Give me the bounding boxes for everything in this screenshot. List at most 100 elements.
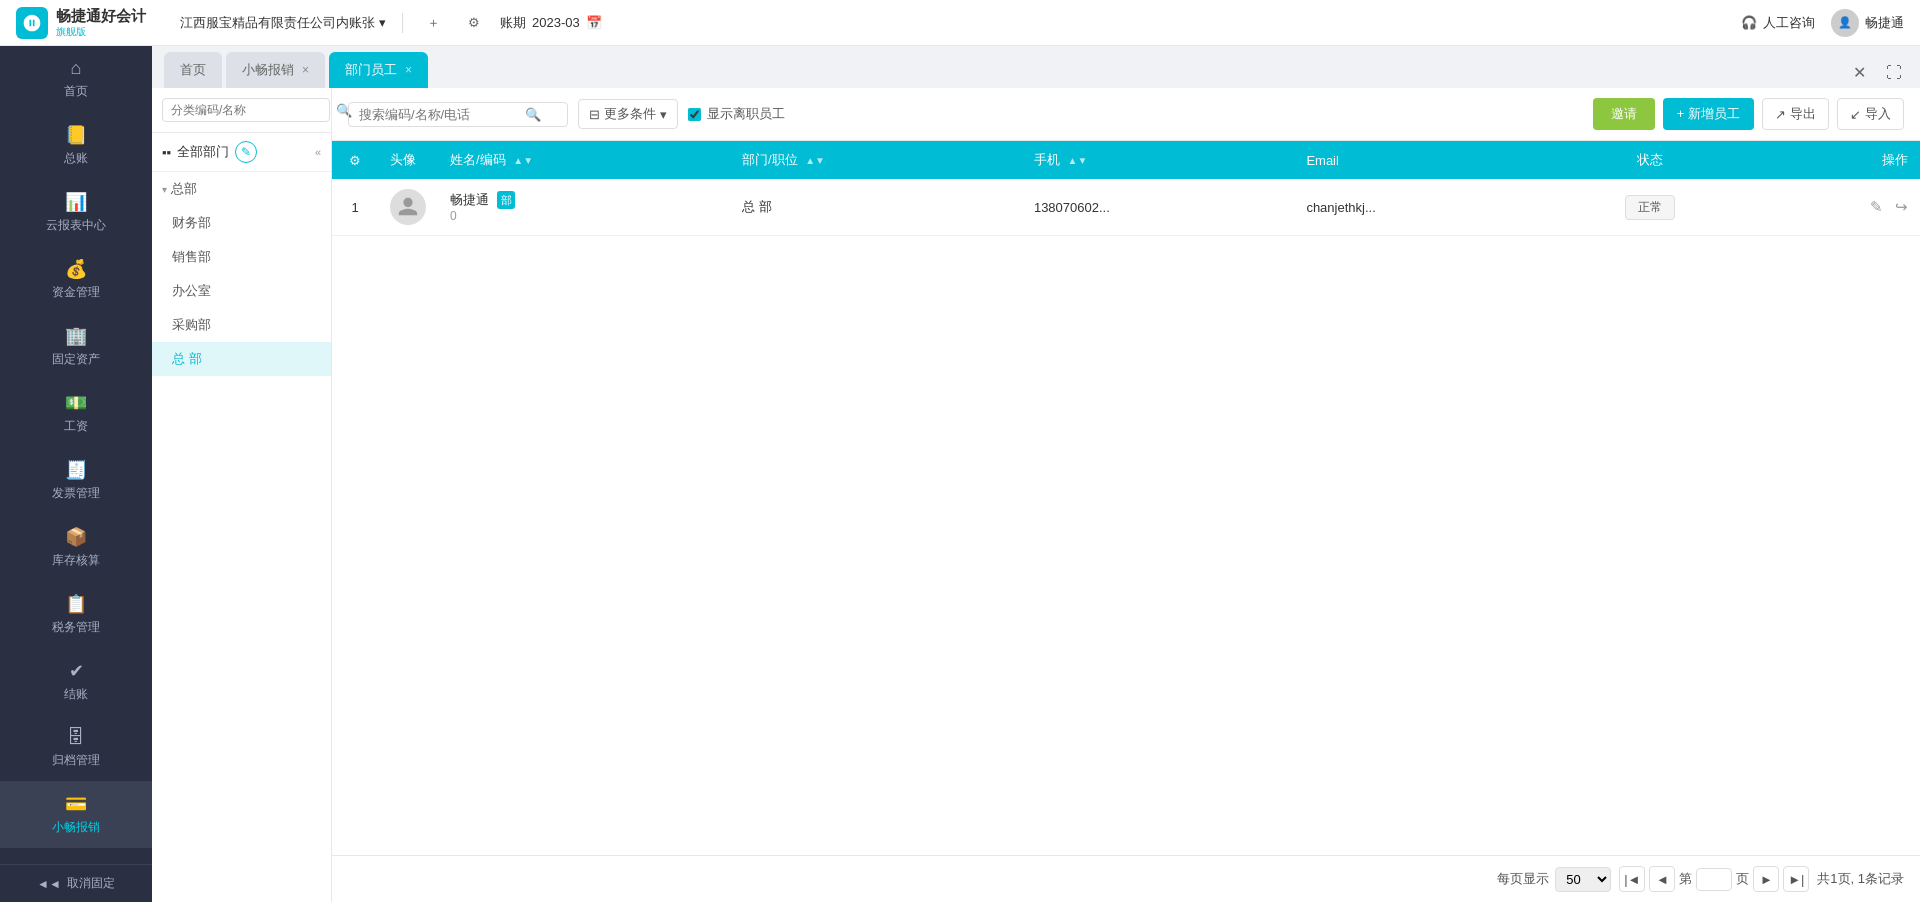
import-button[interactable]: ↙ 导入 xyxy=(1837,98,1904,130)
prev-page-button[interactable]: ◄ xyxy=(1649,866,1675,892)
edit-icon[interactable]: ✎ xyxy=(1870,198,1883,216)
pagination: 每页显示 10 20 50 100 |◄ ◄ 第 1 页 xyxy=(332,855,1920,902)
account-period: 账期 2023-03 📅 xyxy=(500,14,602,32)
arrow-icon: ▾ xyxy=(162,184,167,195)
action-icons: ✎ ↪ xyxy=(1763,198,1908,216)
sidebar-item-expenses[interactable]: 💳 小畅报销 xyxy=(0,781,152,848)
expenses-icon: 💳 xyxy=(65,793,87,815)
collapse-icon[interactable]: « xyxy=(315,146,321,158)
col-email: Email xyxy=(1294,141,1549,179)
per-page-select: 每页显示 10 20 50 100 xyxy=(1497,867,1611,892)
status-badge: 正常 xyxy=(1625,195,1675,220)
col-avatar: 头像 xyxy=(378,141,438,179)
search-icon[interactable]: 🔍 xyxy=(525,107,541,122)
dept-node-office[interactable]: 办公室 xyxy=(152,274,331,308)
sidebar-item-archive[interactable]: 🗄 归档管理 xyxy=(0,715,152,781)
row-phone: 138070602... xyxy=(1022,179,1294,236)
headset-icon: 🎧 xyxy=(1741,15,1757,30)
sidebar-item-settings[interactable]: ⚙ 基础设置 xyxy=(0,848,152,864)
sort-phone-icon: ▲▼ xyxy=(1068,156,1088,166)
first-page-button[interactable]: |◄ xyxy=(1619,866,1645,892)
dept-node-finance[interactable]: 财务部 xyxy=(152,206,331,240)
sidebar-item-checkout[interactable]: ✔ 结账 xyxy=(0,648,152,715)
dept-root[interactable]: ▾ 总部 xyxy=(152,172,331,206)
grid-icon: ▪▪ xyxy=(162,145,171,160)
close-expenses-tab[interactable]: × xyxy=(302,63,309,77)
company-name[interactable]: 江西服宝精品有限责任公司内账张 ▾ xyxy=(180,14,386,32)
dept-node-sales[interactable]: 销售部 xyxy=(152,240,331,274)
add-employee-button[interactable]: + 新增员工 xyxy=(1663,98,1754,130)
settings-button[interactable]: ⚙ xyxy=(460,11,488,34)
dept-search-input[interactable] xyxy=(162,98,330,122)
sort-dept-icon: ▲▼ xyxy=(805,156,825,166)
dept-node-general[interactable]: 总 部 xyxy=(152,342,331,376)
main-layout: ⌂ 首页 📒 总账 📊 云报表中心 💰 资金管理 🏢 固定资产 💵 工资 xyxy=(0,46,1920,902)
dept-badge: 部 xyxy=(497,191,515,209)
total-info: 共1页, 1条记录 xyxy=(1817,870,1904,888)
show-resigned-input[interactable] xyxy=(688,108,701,121)
all-dept-header[interactable]: ▪▪ 全部部门 ✎ « xyxy=(152,133,331,172)
col-phone[interactable]: 手机 ▲▼ xyxy=(1022,141,1294,179)
user-area[interactable]: 👤 畅捷通 xyxy=(1831,9,1904,37)
next-page-button[interactable]: ► xyxy=(1753,866,1779,892)
sidebar-item-home[interactable]: ⌂ 首页 xyxy=(0,46,152,112)
import-icon: ↙ xyxy=(1850,107,1861,122)
sidebar-item-payroll[interactable]: 💵 工资 xyxy=(0,380,152,447)
search-box: 🔍 xyxy=(348,102,568,127)
divider xyxy=(402,13,403,33)
maximize-tab-button[interactable]: ⛶ xyxy=(1880,62,1908,84)
tab-bar: 首页 小畅报销 × 部门员工 × ✕ ⛶ xyxy=(152,46,1920,88)
logout-icon[interactable]: ↪ xyxy=(1895,198,1908,216)
table-row: 1 畅捷通 部 xyxy=(332,179,1920,236)
service-button[interactable]: 🎧 人工咨询 xyxy=(1741,14,1815,32)
dept-panel: 🔍 ▪▪ 全部部门 ✎ « ▾ 总部 财务部 xyxy=(152,88,332,902)
tab-expenses[interactable]: 小畅报销 × xyxy=(226,52,325,88)
search-input[interactable] xyxy=(359,107,519,122)
export-button[interactable]: ↗ 导出 xyxy=(1762,98,1829,130)
sidebar-item-fixed-assets[interactable]: 🏢 固定资产 xyxy=(0,313,152,380)
filter-button[interactable]: ⊟ 更多条件 ▾ xyxy=(578,99,678,129)
last-page-button[interactable]: ►| xyxy=(1783,866,1809,892)
page-input[interactable]: 1 xyxy=(1696,868,1732,891)
close-dept-tab[interactable]: × xyxy=(405,63,412,77)
sort-name-icon: ▲▼ xyxy=(513,156,533,166)
payroll-icon: 💵 xyxy=(65,392,87,414)
inventory-icon: 📦 xyxy=(65,526,87,548)
tab-home[interactable]: 首页 xyxy=(164,52,222,88)
dept-edit-button[interactable]: ✎ xyxy=(235,141,257,163)
tab-dept-employee[interactable]: 部门员工 × xyxy=(329,52,428,88)
per-page-dropdown[interactable]: 10 20 50 100 xyxy=(1555,867,1611,892)
col-settings[interactable]: ⚙ xyxy=(332,141,378,179)
employee-panel: 🔍 ⊟ 更多条件 ▾ 显示离职员工 邀请 + 新增员工 xyxy=(332,88,1920,902)
add-company-button[interactable]: ＋ xyxy=(419,10,448,36)
ledger-icon: 📒 xyxy=(65,124,87,146)
sidebar-item-ledger[interactable]: 📒 总账 xyxy=(0,112,152,179)
row-email: chanjethkj... xyxy=(1294,179,1549,236)
sidebar-item-invoice[interactable]: 🧾 发票管理 xyxy=(0,447,152,514)
page-content: 🔍 ▪▪ 全部部门 ✎ « ▾ 总部 财务部 xyxy=(152,88,1920,902)
show-resigned-checkbox[interactable]: 显示离职员工 xyxy=(688,105,785,123)
invite-button[interactable]: 邀请 xyxy=(1593,98,1655,130)
row-dept: 总 部 xyxy=(730,179,1022,236)
dropdown-icon: ▾ xyxy=(379,15,386,30)
dept-tree: ▾ 总部 财务部 销售部 办公室 采购部 xyxy=(152,172,331,902)
close-tab-button[interactable]: ✕ xyxy=(1847,61,1872,84)
reports-icon: 📊 xyxy=(65,191,87,213)
logo-area: 畅捷通好会计 旗舰版 xyxy=(16,7,168,39)
row-action: ✎ ↪ xyxy=(1751,179,1920,236)
row-status: 正常 xyxy=(1549,179,1751,236)
logo-text: 畅捷通好会计 旗舰版 xyxy=(56,7,146,39)
content-area: 首页 小畅报销 × 部门员工 × ✕ ⛶ 🔍 xyxy=(152,46,1920,902)
logo-icon xyxy=(16,7,48,39)
sidebar-item-tax[interactable]: 📋 税务管理 xyxy=(0,581,152,648)
employee-table: ⚙ 头像 姓名/编码 ▲▼ 部门/职位 ▲▼ xyxy=(332,141,1920,855)
dept-node-purchase[interactable]: 采购部 xyxy=(152,308,331,342)
row-name: 畅捷通 部 0 xyxy=(438,179,730,236)
sidebar-item-inventory[interactable]: 📦 库存核算 xyxy=(0,514,152,581)
col-dept[interactable]: 部门/职位 ▲▼ xyxy=(730,141,1022,179)
sidebar-item-reports[interactable]: 📊 云报表中心 xyxy=(0,179,152,246)
sidebar-item-funds[interactable]: 💰 资金管理 xyxy=(0,246,152,313)
col-name[interactable]: 姓名/编码 ▲▼ xyxy=(438,141,730,179)
dept-search: 🔍 xyxy=(152,88,331,133)
pin-toggle[interactable]: ◄◄ 取消固定 xyxy=(0,864,152,902)
